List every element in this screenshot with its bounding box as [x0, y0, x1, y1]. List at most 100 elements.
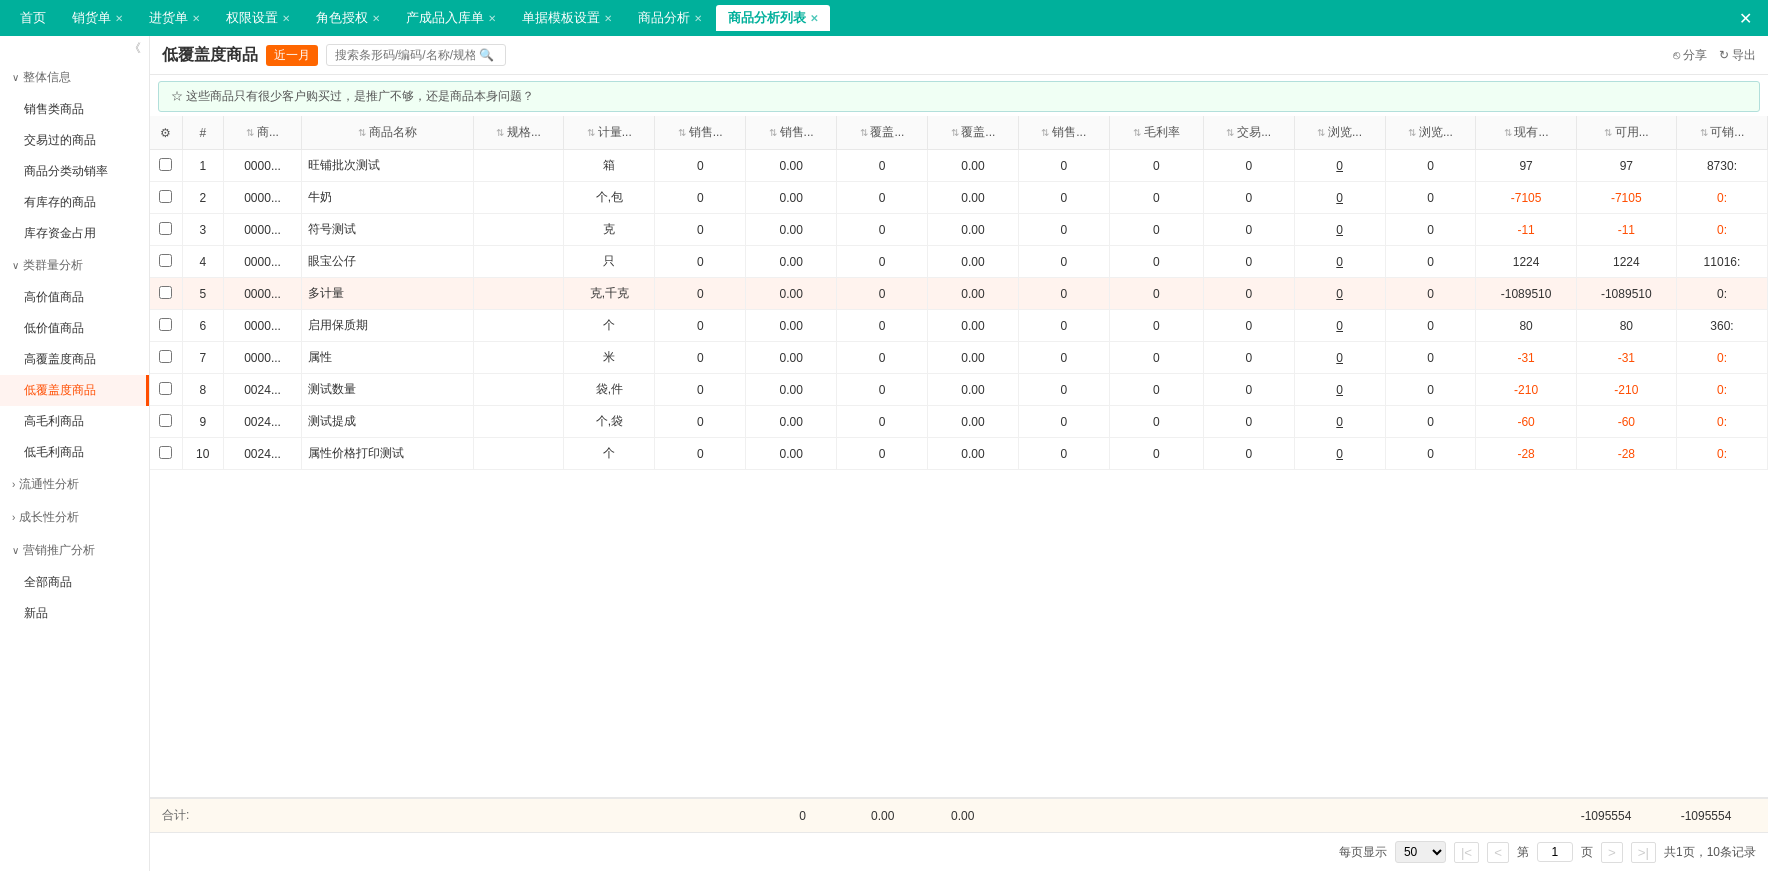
row-avail: -11 [1576, 214, 1676, 246]
prev-page-button[interactable]: < [1487, 842, 1509, 863]
nav-sales[interactable]: 销货单 ✕ [60, 5, 135, 31]
close-icon[interactable]: ✕ [604, 13, 612, 24]
nav-permissions[interactable]: 权限设置 ✕ [214, 5, 302, 31]
nav-roles[interactable]: 角色授权 ✕ [304, 5, 392, 31]
th-browse2[interactable]: 浏览... [1385, 116, 1476, 150]
row-checkbox[interactable] [159, 382, 172, 395]
sidebar-item-high-gross[interactable]: 高毛利商品 [0, 406, 149, 437]
close-icon[interactable]: ✕ [810, 13, 818, 24]
last-page-button[interactable]: >| [1631, 842, 1656, 863]
nav-analysis-list[interactable]: 商品分析列表 ✕ [716, 5, 830, 31]
row-browse1[interactable]: 0 [1294, 374, 1385, 406]
row-browse1[interactable]: 0 [1294, 214, 1385, 246]
table-row: 9 0024... 测试提成 个,袋 0 0.00 0 0.00 0 0 0 0… [150, 406, 1768, 438]
row-checkbox[interactable] [159, 350, 172, 363]
row-settings[interactable] [150, 342, 182, 374]
sidebar-section-cluster[interactable]: ∨ 类群量分析 [0, 249, 149, 282]
sidebar-section-marketing[interactable]: ∨ 营销推广分析 [0, 534, 149, 567]
row-settings[interactable] [150, 246, 182, 278]
window-close-button[interactable]: ✕ [1731, 9, 1760, 28]
sidebar-item-high-value[interactable]: 高价值商品 [0, 282, 149, 313]
th-cover1[interactable]: 覆盖... [837, 116, 928, 150]
nav-purchase[interactable]: 进货单 ✕ [137, 5, 212, 31]
close-icon[interactable]: ✕ [694, 13, 702, 24]
first-page-button[interactable]: |< [1454, 842, 1479, 863]
row-settings[interactable] [150, 406, 182, 438]
row-settings[interactable] [150, 310, 182, 342]
row-settings[interactable] [150, 278, 182, 310]
row-checkbox[interactable] [159, 286, 172, 299]
close-icon[interactable]: ✕ [192, 13, 200, 24]
page-size-select[interactable]: 50 100 200 [1395, 841, 1446, 863]
th-code[interactable]: 商... [223, 116, 301, 150]
th-trade[interactable]: 交易... [1203, 116, 1294, 150]
sidebar-section-growth[interactable]: › 成长性分析 [0, 501, 149, 534]
row-checkbox[interactable] [159, 158, 172, 171]
th-gross[interactable]: 毛利率 [1109, 116, 1203, 150]
search-input[interactable] [335, 48, 475, 62]
sidebar-item-category-rate[interactable]: 商品分类动销率 [0, 156, 149, 187]
nav-home[interactable]: 首页 [8, 5, 58, 31]
nav-products[interactable]: 产成品入库单 ✕ [394, 5, 508, 31]
row-browse1[interactable]: 0 [1294, 406, 1385, 438]
nav-templates[interactable]: 单据模板设置 ✕ [510, 5, 624, 31]
th-spec[interactable]: 规格... [473, 116, 564, 150]
close-icon[interactable]: ✕ [115, 13, 123, 24]
close-icon[interactable]: ✕ [282, 13, 290, 24]
share-button[interactable]: ⎋ 分享 [1673, 47, 1707, 64]
th-saleable[interactable]: 可销... [1676, 116, 1767, 150]
row-checkbox[interactable] [159, 222, 172, 235]
page-number-input[interactable] [1537, 842, 1573, 862]
th-unit[interactable]: 计量... [564, 116, 655, 150]
sidebar-item-low-value[interactable]: 低价值商品 [0, 313, 149, 344]
search-icon[interactable]: 🔍 [479, 48, 494, 62]
sidebar-toggle[interactable]: 《 [0, 36, 149, 61]
row-settings[interactable] [150, 438, 182, 470]
next-page-button[interactable]: > [1601, 842, 1623, 863]
row-settings[interactable] [150, 150, 182, 182]
sidebar-item-high-coverage[interactable]: 高覆盖度商品 [0, 344, 149, 375]
th-sales3[interactable]: 销售... [1018, 116, 1109, 150]
row-browse1[interactable]: 0 [1294, 438, 1385, 470]
row-browse1[interactable]: 0 [1294, 278, 1385, 310]
row-checkbox[interactable] [159, 446, 172, 459]
export-button[interactable]: ↻ 导出 [1719, 47, 1756, 64]
th-avail[interactable]: 可用... [1576, 116, 1676, 150]
row-settings[interactable] [150, 182, 182, 214]
sidebar-item-sales-goods[interactable]: 销售类商品 [0, 94, 149, 125]
row-checkbox[interactable] [159, 254, 172, 267]
th-sales2[interactable]: 销售... [746, 116, 837, 150]
close-icon[interactable]: ✕ [372, 13, 380, 24]
sidebar-item-low-coverage[interactable]: 低覆盖度商品 [0, 375, 149, 406]
row-avail: -31 [1576, 342, 1676, 374]
sidebar-item-low-gross[interactable]: 低毛利商品 [0, 437, 149, 468]
data-table-wrapper[interactable]: ⚙ # 商... 商品名称 规格... 计量... 销售... 销售... 覆盖… [150, 116, 1768, 797]
th-browse1[interactable]: 浏览... [1294, 116, 1385, 150]
sidebar-item-all-goods[interactable]: 全部商品 [0, 567, 149, 598]
row-browse1[interactable]: 0 [1294, 182, 1385, 214]
row-browse1[interactable]: 0 [1294, 342, 1385, 374]
nav-analysis[interactable]: 商品分析 ✕ [626, 5, 714, 31]
sidebar-item-stock-funds[interactable]: 库存资金占用 [0, 218, 149, 249]
row-checkbox[interactable] [159, 318, 172, 331]
th-stock[interactable]: 现有... [1476, 116, 1576, 150]
th-sales1[interactable]: 销售... [655, 116, 746, 150]
period-button[interactable]: 近一月 [266, 45, 318, 66]
row-checkbox[interactable] [159, 414, 172, 427]
sidebar-section-circulation[interactable]: › 流通性分析 [0, 468, 149, 501]
th-name[interactable]: 商品名称 [302, 116, 473, 150]
sidebar-item-traded-goods[interactable]: 交易过的商品 [0, 125, 149, 156]
row-settings[interactable] [150, 374, 182, 406]
th-cover2[interactable]: 覆盖... [928, 116, 1019, 150]
row-settings[interactable] [150, 214, 182, 246]
row-browse1[interactable]: 0 [1294, 310, 1385, 342]
sidebar-item-new-goods[interactable]: 新品 [0, 598, 149, 629]
close-icon[interactable]: ✕ [488, 13, 496, 24]
th-settings[interactable]: ⚙ [150, 116, 182, 150]
row-checkbox[interactable] [159, 190, 172, 203]
row-browse1[interactable]: 0 [1294, 150, 1385, 182]
sidebar-item-stocked-goods[interactable]: 有库存的商品 [0, 187, 149, 218]
row-browse1[interactable]: 0 [1294, 246, 1385, 278]
row-unit: 袋,件 [564, 374, 655, 406]
sidebar-section-overall[interactable]: ∨ 整体信息 [0, 61, 149, 94]
